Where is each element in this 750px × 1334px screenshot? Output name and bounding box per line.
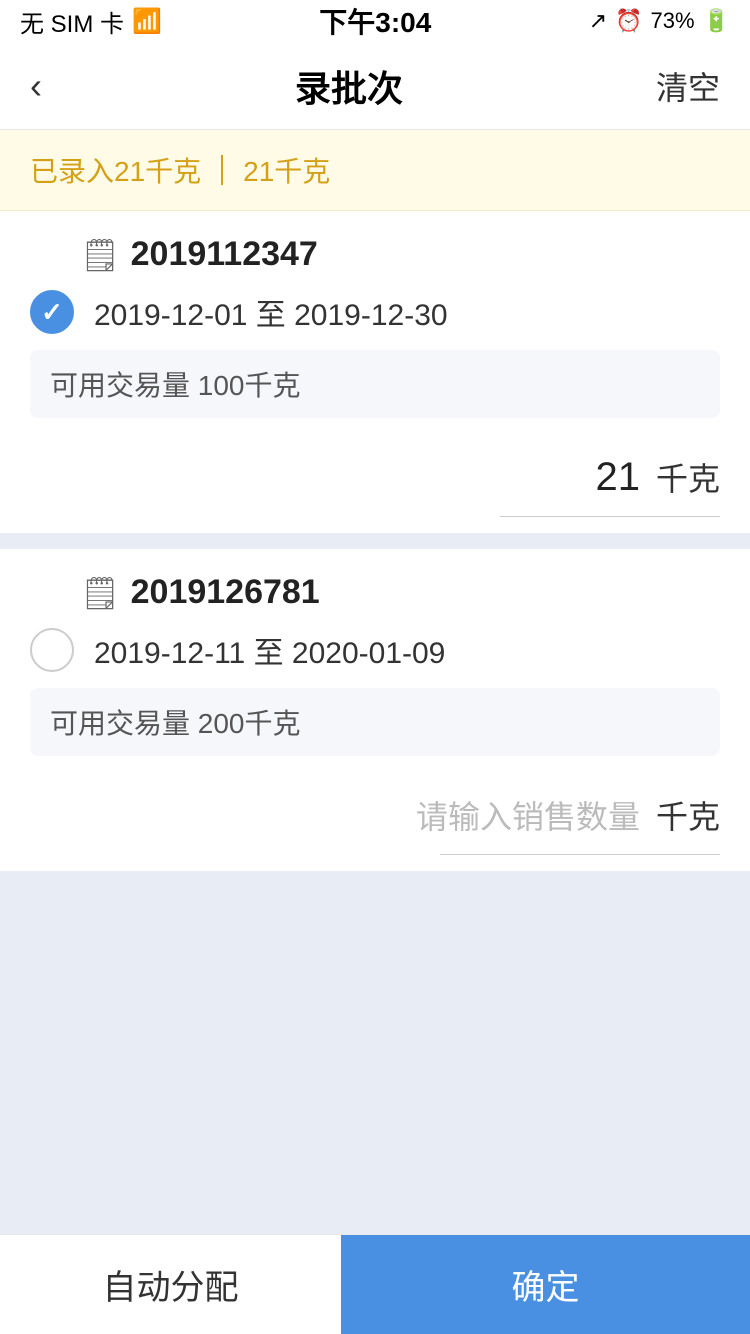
batch-2-unit: 千克: [656, 792, 720, 838]
batch-2-date-row[interactable]: 2019-12-11 至 2020-01-09: [0, 622, 750, 682]
location-icon: ↗: [589, 8, 607, 34]
batch-1-checkbox[interactable]: ✓: [30, 290, 74, 334]
recorded-label: 已录入21千克: [30, 150, 201, 190]
batch-1-avail: 可用交易量 100千克: [30, 350, 720, 418]
batch-2-input-row: 请输入销售数量 千克: [0, 772, 750, 854]
back-button[interactable]: ‹: [30, 65, 42, 107]
status-bar-left: 无 SIM 卡 📶: [20, 4, 162, 39]
batch-1-quantity-row: 21 千克: [0, 434, 750, 516]
empty-gray-area: [0, 887, 750, 1287]
section-divider-2: [0, 871, 750, 887]
batch-2-checkbox[interactable]: [30, 628, 74, 672]
info-divider: [221, 155, 223, 185]
batch-2-date: 2019-12-11 至 2020-01-09: [94, 628, 445, 672]
bottom-bar: 自动分配 确定: [0, 1234, 750, 1334]
batch-1-date: 2019-12-01 至 2019-12-30: [94, 290, 448, 334]
batch-1-id: 2019112347: [131, 235, 318, 274]
batch-1-icon: 🗒: [80, 236, 121, 274]
batch-1-quantity-value: 21: [595, 455, 640, 500]
batch-2-avail: 可用交易量 200千克: [30, 688, 720, 756]
wifi-icon: 📶: [132, 7, 162, 36]
confirm-button[interactable]: 确定: [341, 1235, 750, 1334]
page-title: 录批次: [295, 60, 403, 112]
battery-icon: 🔋: [703, 8, 730, 34]
batch-2-id: 2019126781: [131, 573, 320, 612]
status-bar-time: 下午3:04: [319, 1, 431, 41]
batch-1-date-row[interactable]: ✓ 2019-12-01 至 2019-12-30: [0, 284, 750, 344]
sim-label: 无 SIM 卡: [20, 4, 124, 39]
batch-1-header: 🗒 2019112347: [0, 211, 750, 284]
value-label: 21千克: [243, 150, 330, 190]
status-bar-right: ↗ ⏰ 73% 🔋: [589, 8, 730, 34]
input-placeholder-text: 请输入销售数量: [416, 792, 640, 838]
alarm-icon: ⏰: [615, 8, 642, 34]
battery-label: 73%: [651, 8, 695, 34]
batch-card-2: 🗒 2019126781 2019-12-11 至 2020-01-09 可用交…: [0, 549, 750, 871]
nav-bar: ‹ 录批次 清空: [0, 42, 750, 130]
info-banner: 已录入21千克 21千克: [0, 130, 750, 211]
auto-distribute-button[interactable]: 自动分配: [0, 1235, 341, 1334]
section-divider-1: [0, 533, 750, 549]
checkmark-icon: ✓: [41, 297, 63, 328]
clear-button[interactable]: 清空: [656, 63, 720, 109]
batch-2-header: 🗒 2019126781: [0, 549, 750, 622]
batch-card-1: 🗒 2019112347 ✓ 2019-12-01 至 2019-12-30 可…: [0, 211, 750, 533]
batch-1-quantity-unit: 千克: [656, 454, 720, 500]
status-bar: 无 SIM 卡 📶 下午3:04 ↗ ⏰ 73% 🔋: [0, 0, 750, 42]
batch-2-icon: 🗒: [80, 574, 121, 612]
